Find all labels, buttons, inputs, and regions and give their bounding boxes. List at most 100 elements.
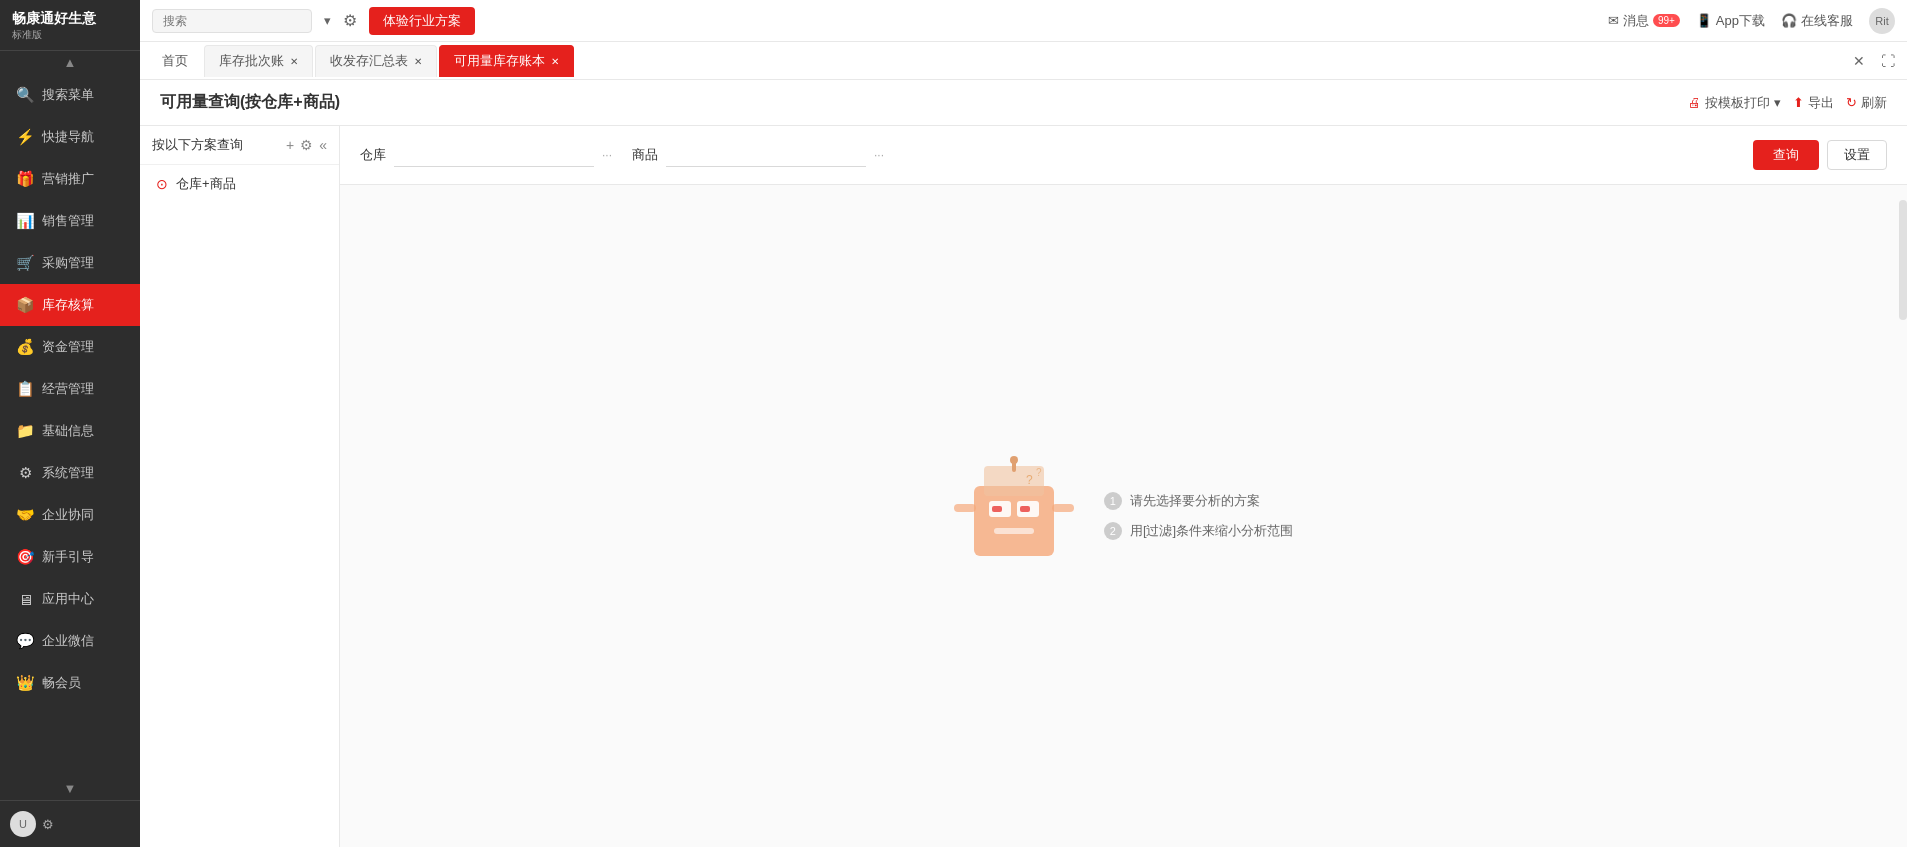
sidebar-item-operations[interactable]: 📋 经营管理 [0, 368, 140, 410]
sidebar-item-search[interactable]: 🔍 搜索菜单 [0, 74, 140, 116]
svg-rect-6 [994, 528, 1034, 534]
print-dropdown-icon[interactable]: ▾ [1774, 95, 1781, 110]
warehouse-input[interactable] [394, 143, 594, 167]
corp-wechat-icon: 💬 [16, 632, 34, 650]
scheme-settings-icon[interactable]: ⚙ [300, 137, 313, 153]
sidebar-item-sales[interactable]: 📊 销售管理 [0, 200, 140, 242]
sidebar-item-label: 经营管理 [42, 380, 94, 398]
expand-tab-button[interactable]: ⛶ [1877, 49, 1899, 73]
close-tab-button[interactable]: ✕ [1849, 49, 1869, 73]
filter-panel: 按以下方案查询 + ⚙ « ⊙ 仓库+商品 [140, 126, 340, 847]
filter-scheme-item[interactable]: ⊙ 仓库+商品 [140, 165, 339, 203]
message-badge: 99+ [1653, 14, 1680, 27]
content-area: 按以下方案查询 + ⚙ « ⊙ 仓库+商品 仓库 ··· [140, 126, 1907, 847]
topbar: ▾ ⚙ 体验行业方案 ✉ 消息 99+ 📱 App下载 🎧 在线客服 Rit [140, 0, 1907, 42]
sidebar-item-finance[interactable]: 💰 资金管理 [0, 326, 140, 368]
app-title: 畅康通好生意 [12, 10, 128, 28]
empty-state: ? ? 1 请先选择要分析的方案 2 用[过滤]条件来缩小分析范围 [340, 185, 1907, 847]
collapse-panel-icon[interactable]: « [319, 137, 327, 153]
sidebar-scroll-up[interactable]: ▲ [0, 51, 140, 74]
sidebar-item-membership[interactable]: 👑 畅会员 [0, 662, 140, 704]
app-download-label: App下载 [1716, 12, 1765, 30]
sidebar-item-marketing[interactable]: 🎁 营销推广 [0, 158, 140, 200]
empty-illustration: ? ? [954, 456, 1074, 576]
topbar-gear-icon[interactable]: ⚙ [343, 11, 357, 30]
query-fields: 仓库 ··· 商品 ··· 查询 设置 [340, 126, 1907, 185]
sidebar-item-label: 基础信息 [42, 422, 94, 440]
product-input[interactable] [666, 143, 866, 167]
svg-text:?: ? [1026, 473, 1033, 487]
filter-panel-header: 按以下方案查询 + ⚙ « [140, 126, 339, 165]
purchase-icon: 🛒 [16, 254, 34, 272]
sidebar-user[interactable]: U ⚙ [0, 800, 140, 847]
online-service-btn[interactable]: 🎧 在线客服 [1781, 12, 1853, 30]
product-label: 商品 [632, 146, 658, 164]
search-menu-icon: 🔍 [16, 86, 34, 104]
close-icon[interactable]: ✕ [551, 56, 559, 67]
add-scheme-button[interactable]: + [286, 137, 294, 153]
sidebar-item-label: 库存核算 [42, 296, 94, 314]
tab-stock-summary[interactable]: 收发存汇总表 ✕ [315, 45, 437, 77]
sidebar-item-corp-wechat[interactable]: 💬 企业微信 [0, 620, 140, 662]
warehouse-more-btn[interactable]: ··· [602, 148, 612, 162]
sidebar-item-shortcut[interactable]: ⚡ 快捷导航 [0, 116, 140, 158]
settings-button[interactable]: 设置 [1827, 140, 1887, 170]
sidebar-item-basic-info[interactable]: 📁 基础信息 [0, 410, 140, 452]
product-more-btn[interactable]: ··· [874, 148, 884, 162]
tip-item-2: 2 用[过滤]条件来缩小分析范围 [1104, 522, 1293, 540]
app-center-icon: 🖥 [16, 591, 34, 608]
sidebar-nav: 🔍 搜索菜单 ⚡ 快捷导航 🎁 营销推广 📊 销售管理 🛒 采购管理 📦 库存核… [0, 74, 140, 777]
tabs-bar: 首页 库存批次账 ✕ 收发存汇总表 ✕ 可用量库存账本 ✕ ✕ ⛶ [140, 42, 1907, 80]
message-label: 消息 [1623, 12, 1649, 30]
service-icon: 🎧 [1781, 13, 1797, 28]
sidebar-item-newbie[interactable]: 🎯 新手引导 [0, 536, 140, 578]
scrollbar-hint [1899, 200, 1907, 320]
svg-rect-4 [992, 506, 1002, 512]
dropdown-chevron-icon[interactable]: ▾ [320, 13, 335, 28]
sidebar-item-label: 应用中心 [42, 590, 94, 608]
app-download-btn[interactable]: 📱 App下载 [1696, 12, 1765, 30]
sidebar-item-enterprise[interactable]: 🤝 企业协同 [0, 494, 140, 536]
print-button[interactable]: 🖨 按模板打印 ▾ [1688, 94, 1781, 112]
refresh-icon: ↻ [1846, 95, 1857, 110]
sidebar-item-label: 企业微信 [42, 632, 94, 650]
sidebar-item-system[interactable]: ⚙ 系统管理 [0, 452, 140, 494]
sidebar-item-purchase[interactable]: 🛒 采购管理 [0, 242, 140, 284]
user-profile-btn[interactable]: Rit [1869, 8, 1895, 34]
operations-icon: 📋 [16, 380, 34, 398]
sidebar-item-label: 企业协同 [42, 506, 94, 524]
sidebar-item-inventory[interactable]: 📦 库存核算 [0, 284, 140, 326]
svg-rect-0 [974, 486, 1054, 556]
page-title: 可用量查询(按仓库+商品) [160, 92, 340, 113]
tab-home[interactable]: 首页 [148, 45, 202, 77]
refresh-button[interactable]: ↻ 刷新 [1846, 94, 1887, 112]
app-download-icon: 📱 [1696, 13, 1712, 28]
tab-inventory-batch[interactable]: 库存批次账 ✕ [204, 45, 313, 77]
close-icon[interactable]: ✕ [414, 56, 422, 67]
tip-text-1: 请先选择要分析的方案 [1130, 492, 1260, 510]
tab-available-inventory[interactable]: 可用量库存账本 ✕ [439, 45, 574, 77]
sidebar-item-label: 资金管理 [42, 338, 94, 356]
sidebar-item-label: 搜索菜单 [42, 86, 94, 104]
topbar-avatar: Rit [1869, 8, 1895, 34]
search-input[interactable] [152, 9, 312, 33]
sidebar-scroll-down[interactable]: ▼ [0, 777, 140, 800]
sidebar-settings: ⚙ [42, 817, 54, 832]
sales-icon: 📊 [16, 212, 34, 230]
app-subtitle: 标准版 [12, 28, 128, 42]
message-btn[interactable]: ✉ 消息 99+ [1608, 12, 1680, 30]
close-icon[interactable]: ✕ [290, 56, 298, 67]
warehouse-field-group: 仓库 ··· [360, 143, 612, 167]
scheme-item-label: 仓库+商品 [176, 175, 236, 193]
query-actions: 查询 设置 [1753, 140, 1887, 170]
query-button[interactable]: 查询 [1753, 140, 1819, 170]
marketing-icon: 🎁 [16, 170, 34, 188]
filter-panel-actions: + ⚙ « [286, 137, 327, 153]
trial-industry-button[interactable]: 体验行业方案 [369, 7, 475, 35]
message-icon: ✉ [1608, 13, 1619, 28]
query-area: 仓库 ··· 商品 ··· 查询 设置 [340, 126, 1907, 847]
sidebar-item-app-center[interactable]: 🖥 应用中心 [0, 578, 140, 620]
export-button[interactable]: ⬆ 导出 [1793, 94, 1834, 112]
svg-rect-9 [954, 504, 976, 512]
finance-icon: 💰 [16, 338, 34, 356]
